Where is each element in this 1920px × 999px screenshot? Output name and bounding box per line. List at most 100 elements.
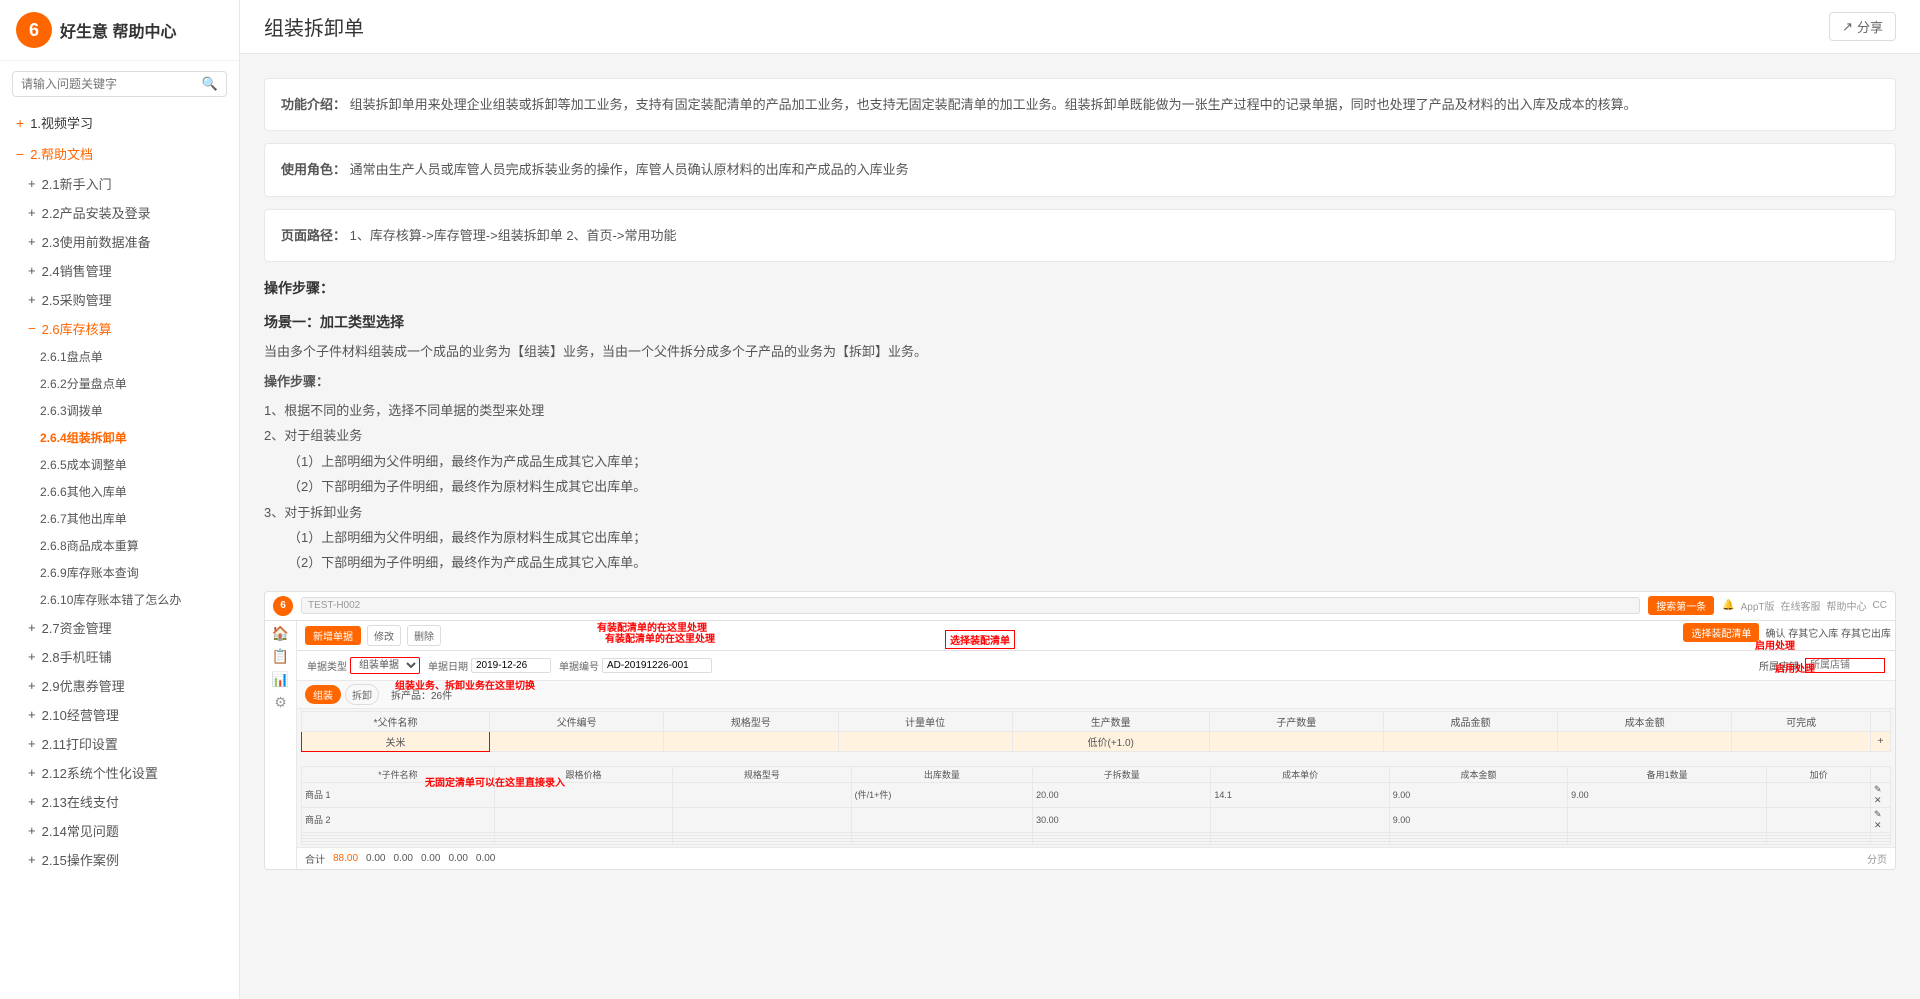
sim-child-table: *子件名称 跟格价格 规格型号 出库数量 子拆数量 成本单价 成本金额 备用1数… xyxy=(301,766,1891,845)
table-row xyxy=(302,841,1891,844)
sim-form-area: 单据类型 组装单据 单据日期 单据编号 xyxy=(297,651,1895,681)
step-2: 2、对于组装业务 xyxy=(264,424,1896,447)
sidebar-item-262[interactable]: 2.6.2分量盘点单 xyxy=(0,370,239,397)
sidebar-item-2610[interactable]: 2.6.10库存账本错了怎么办 xyxy=(0,586,239,613)
sidebar-item-268[interactable]: 2.6.8商品成本重算 xyxy=(0,532,239,559)
sidebar-item-265[interactable]: 2.6.5成本调整单 xyxy=(0,451,239,478)
sidebar-item-211[interactable]: + 2.11打印设置 xyxy=(0,729,239,758)
intro-text: 组装拆卸单用来处理企业组装或拆卸等加工业务，支持有固定装配清单的产品加工业务，也… xyxy=(350,97,1637,112)
sim-field-no: 单据编号 xyxy=(559,658,712,673)
role-label: 使用角色： xyxy=(281,162,346,177)
sim-footer: 合计 88.00 0.00 0.00 0.00 0.00 0.00 分页 xyxy=(297,847,1895,869)
sim-parent-table-container: *父件名称 父件编号 规格型号 计量单位 生产数量 子产数量 成品金额 成本金额 xyxy=(301,711,1891,752)
collapse-icon: − xyxy=(16,146,24,162)
sim-tab-del[interactable]: 删除 xyxy=(407,625,441,646)
share-button[interactable]: ↗ 分享 xyxy=(1829,12,1896,41)
app-logo: 6 xyxy=(16,12,52,48)
role-box: 使用角色： 通常由生产人员或库管人员完成拆装业务的操作，库管人员确认原材料的出库… xyxy=(264,143,1896,196)
path-box: 页面路径： 1、库存核算->库存管理->组装拆卸单 2、首页->常用功能 xyxy=(264,209,1896,262)
sidebar-item-23[interactable]: + 2.3使用前数据准备 xyxy=(0,227,239,256)
sim-tab-add[interactable]: 新增单据 xyxy=(305,626,361,645)
sim-header-tabs: 新增单据 修改 删除 选择装配清单 确认 存其它入库 存其它出库 有装配清单的在… xyxy=(297,621,1895,651)
scene1-title: 场景一：加工类型选择 xyxy=(264,312,1896,332)
sim-type-select[interactable]: 组装单据 xyxy=(350,657,420,674)
sidebar-section-2[interactable]: − 2.帮助文档 xyxy=(0,138,239,169)
steps-list: 1、根据不同的业务，选择不同单据的类型来处理 2、对于组装业务 （1）上部明细为… xyxy=(264,399,1896,575)
sidebar-item-263[interactable]: 2.6.3调拨单 xyxy=(0,397,239,424)
sim-type-selector: 组装 拆卸 拆产品：26件 无固定清单可以在这里直接录入 xyxy=(297,681,1895,709)
table-row: 关米 低价(+1.0) + xyxy=(302,731,1891,751)
search-input[interactable] xyxy=(21,77,202,91)
scene1-steps-title: 操作步骤： xyxy=(264,370,1896,393)
sidebar-item-266[interactable]: 2.6.6其他入库单 xyxy=(0,478,239,505)
sidebar-item-215[interactable]: + 2.15操作案例 xyxy=(0,845,239,874)
sim-logo: 6 xyxy=(273,596,293,616)
path-label: 页面路径： xyxy=(281,228,346,243)
sidebar-item-267[interactable]: 2.6.7其他出库单 xyxy=(0,505,239,532)
sidebar-item-25[interactable]: + 2.5采购管理 xyxy=(0,285,239,314)
page-title: 组装拆卸单 xyxy=(264,12,364,41)
sim-type-normal[interactable]: 拆卸 xyxy=(345,684,379,705)
sidebar-item-29[interactable]: + 2.9优惠券管理 xyxy=(0,671,239,700)
sim-type-active[interactable]: 组装 xyxy=(305,685,341,704)
sim-search-btn[interactable]: 搜索第一条 xyxy=(1648,596,1714,615)
sim-org-input[interactable] xyxy=(1805,658,1885,673)
sim-top-bar: 6 TEST-H002 搜索第一条 🔔 AppT版 在线客服 帮助中心 CC xyxy=(265,592,1895,621)
sidebar-header: 6 好生意 帮助中心 xyxy=(0,0,239,61)
intro-label: 功能介绍： xyxy=(281,97,346,112)
sim-count: 拆产品：26件 xyxy=(391,687,452,702)
sidebar-item-264[interactable]: 2.6.4组装拆卸单 xyxy=(0,424,239,451)
sim-no-input[interactable] xyxy=(602,658,712,673)
intro-box: 功能介绍： 组装拆卸单用来处理企业组装或拆卸等加工业务，支持有固定装配清单的产品… xyxy=(264,78,1896,131)
sidebar-item-269[interactable]: 2.6.9库存账本查询 xyxy=(0,559,239,586)
table-row: 商品 1 (件/1+件) 20.00 14.1 9.00 9.00 xyxy=(302,782,1891,807)
sim-main-content: 新增单据 修改 删除 选择装配清单 确认 存其它入库 存其它出库 有装配清单的在… xyxy=(297,621,1895,869)
main-area: 组装拆卸单 ↗ 分享 功能介绍： 组装拆卸单用来处理企业组装或拆卸等加工业务，支… xyxy=(240,0,1920,999)
sidebar-item-26[interactable]: − 2.6库存核算 xyxy=(0,314,239,343)
top-bar: 组装拆卸单 ↗ 分享 xyxy=(240,0,1920,54)
sidebar-nav: + 1.视频学习 − 2.帮助文档 + 2.1新手入门 + 2.2产品安装及登录… xyxy=(0,107,239,999)
scene1-desc: 当由多个子件材料组装成一个成品的业务为【组装】业务，当由一个父件拆分成多个子产品… xyxy=(264,340,1896,363)
sim-parent-table: *父件名称 父件编号 规格型号 计量单位 生产数量 子产数量 成品金额 成本金额 xyxy=(301,711,1891,752)
sidebar-item-21[interactable]: + 2.1新手入门 xyxy=(0,169,239,198)
step-2-1: （1）上部明细为父件明细，最终作为产成品生成其它入库单； xyxy=(264,450,1896,473)
table-row: 商品 2 30.00 9.00 xyxy=(302,807,1891,832)
step-3: 3、对于拆卸业务 xyxy=(264,501,1896,524)
sidebar: 6 好生意 帮助中心 🔍 + 1.视频学习 − 2.帮助文档 + 2.1新手入门… xyxy=(0,0,240,999)
sim-field-type: 单据类型 组装单据 xyxy=(307,657,420,674)
sidebar-section-1[interactable]: + 1.视频学习 xyxy=(0,107,239,138)
content-area: 功能介绍： 组装拆卸单用来处理企业组装或拆卸等加工业务，支持有固定装配清单的产品… xyxy=(240,54,1920,999)
sidebar-item-214[interactable]: + 2.14常见问题 xyxy=(0,816,239,845)
sidebar-item-261[interactable]: 2.6.1盘点单 xyxy=(0,343,239,370)
step-3-2: （2）下部明细为子件明细，最终作为产成品生成其它入库单。 xyxy=(264,551,1896,574)
sim-left-nav: 🏠 📋 📊 ⚙ xyxy=(265,621,297,869)
annotation-1: 有装配清单的在这里处理 xyxy=(597,619,707,634)
sidebar-item-213[interactable]: + 2.13在线支付 xyxy=(0,787,239,816)
sim-search-bar: TEST-H002 xyxy=(301,597,1640,614)
share-icon: ↗ xyxy=(1842,19,1853,35)
sim-child-table-container: *子件名称 跟格价格 规格型号 出库数量 子拆数量 成本单价 成本金额 备用1数… xyxy=(301,766,1891,845)
sidebar-item-212[interactable]: + 2.12系统个性化设置 xyxy=(0,758,239,787)
expand-icon: + xyxy=(16,115,24,131)
step-2-2: （2）下部明细为子件明细，最终作为原材料生成其它出库单。 xyxy=(264,475,1896,498)
sim-tab-edit[interactable]: 修改 xyxy=(367,625,401,646)
sim-field-date: 单据日期 xyxy=(428,658,551,673)
sidebar-item-210[interactable]: + 2.10经营管理 xyxy=(0,700,239,729)
sidebar-item-22[interactable]: + 2.2产品安装及登录 xyxy=(0,198,239,227)
screenshot-container: 6 TEST-H002 搜索第一条 🔔 AppT版 在线客服 帮助中心 CC xyxy=(264,591,1896,870)
sim-date-input[interactable] xyxy=(471,658,551,673)
sidebar-item-24[interactable]: + 2.4销售管理 xyxy=(0,256,239,285)
sim-org-label: 所属店铺 xyxy=(1759,658,1799,673)
search-icon[interactable]: 🔍 xyxy=(202,76,218,92)
sim-process-btn[interactable]: 选择装配清单 xyxy=(1683,623,1759,642)
search-box[interactable]: 🔍 xyxy=(12,71,227,97)
sidebar-item-27[interactable]: + 2.7资金管理 xyxy=(0,613,239,642)
step-1: 1、根据不同的业务，选择不同单据的类型来处理 xyxy=(264,399,1896,422)
sim-top-icons: 🔔 AppT版 在线客服 帮助中心 CC xyxy=(1722,598,1887,613)
app-name: 好生意 帮助中心 xyxy=(60,18,176,42)
sim-screenshot: 6 TEST-H002 搜索第一条 🔔 AppT版 在线客服 帮助中心 CC xyxy=(265,592,1895,869)
ops-title: 操作步骤： xyxy=(264,278,1896,298)
step-3-1: （1）上部明细为父件明细，最终作为原材料生成其它出库单； xyxy=(264,526,1896,549)
sidebar-item-28[interactable]: + 2.8手机旺铺 xyxy=(0,642,239,671)
path-text: 1、库存核算->库存管理->组装拆卸单 2、首页->常用功能 xyxy=(350,228,677,243)
